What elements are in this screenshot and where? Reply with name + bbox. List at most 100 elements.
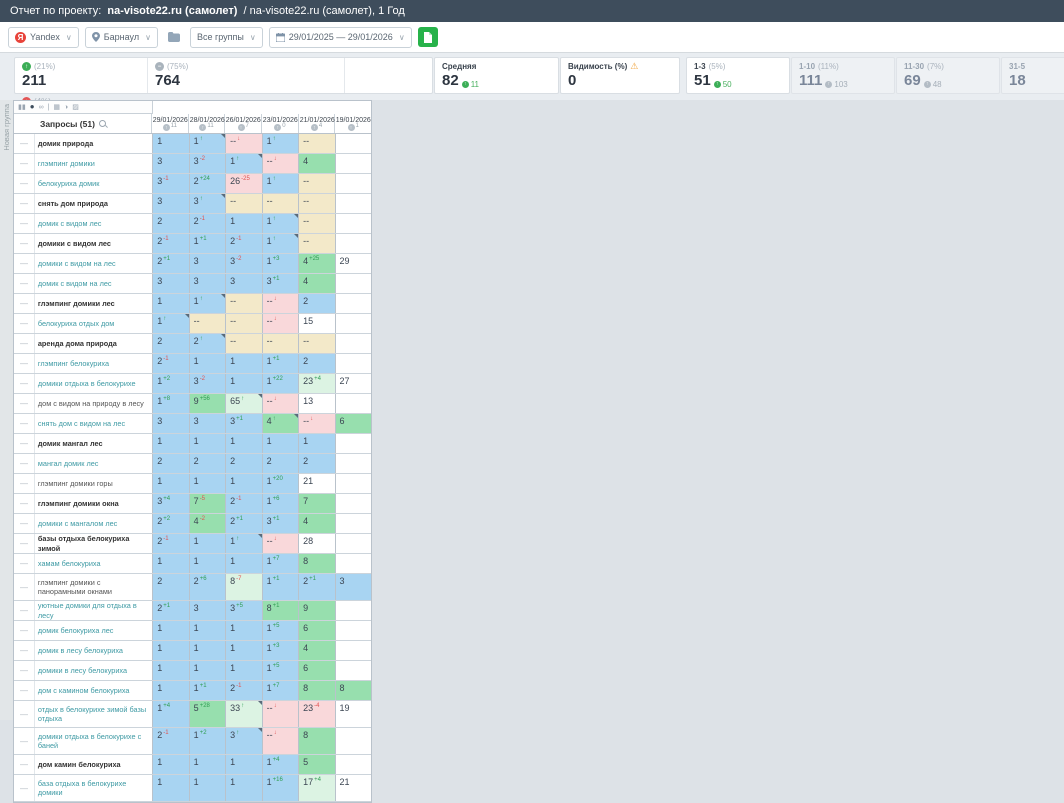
position-cell[interactable]: 1 bbox=[225, 641, 262, 660]
position-cell[interactable] bbox=[334, 194, 372, 213]
query-link[interactable]: хамам белокуриха bbox=[33, 554, 152, 573]
position-cell[interactable] bbox=[334, 494, 372, 513]
position-cell[interactable]: 1+5 bbox=[261, 621, 299, 640]
position-cell[interactable]: -- bbox=[225, 294, 262, 313]
row-handle[interactable]: — bbox=[14, 755, 34, 774]
row-handle[interactable]: — bbox=[14, 574, 34, 600]
position-cell[interactable]: 1↑ bbox=[261, 174, 299, 193]
position-cell[interactable]: 3-2 bbox=[188, 154, 226, 173]
position-cell[interactable]: 2+1 bbox=[225, 514, 262, 533]
query-link[interactable]: базы отдыха белокуриха зимой bbox=[33, 534, 152, 553]
row-handle[interactable]: — bbox=[14, 414, 34, 433]
position-cell[interactable]: 2+2 bbox=[152, 514, 189, 533]
position-cell[interactable]: 2+1 bbox=[152, 254, 189, 273]
position-cell[interactable]: 9+56 bbox=[188, 394, 226, 413]
position-cell[interactable]: 1↑ bbox=[225, 534, 263, 553]
query-link[interactable]: белокуриха отдых дом bbox=[33, 314, 152, 333]
position-cell[interactable]: 1 bbox=[152, 641, 189, 660]
position-cell[interactable]: 1+7 bbox=[261, 681, 299, 700]
position-cell[interactable]: 1+1 bbox=[188, 234, 226, 253]
row-handle[interactable]: — bbox=[14, 621, 34, 640]
position-cell[interactable]: 3 bbox=[225, 274, 262, 293]
query-link[interactable]: глэмпинг домики окна bbox=[33, 494, 152, 513]
position-cell[interactable]: 1↑ bbox=[261, 134, 299, 153]
position-cell[interactable]: 3-1 bbox=[152, 174, 189, 193]
position-cell[interactable] bbox=[334, 534, 372, 553]
position-cell[interactable] bbox=[334, 334, 372, 353]
position-cell[interactable]: 2 bbox=[152, 214, 189, 233]
position-cell[interactable]: 8 bbox=[334, 681, 372, 700]
position-cell[interactable]: 2+6 bbox=[188, 574, 226, 600]
position-cell[interactable]: 2 bbox=[152, 454, 189, 473]
row-handle[interactable]: — bbox=[14, 728, 34, 754]
query-link[interactable]: снять дом с видом на лес bbox=[33, 414, 152, 433]
position-cell[interactable]: 9 bbox=[298, 601, 335, 620]
query-link[interactable]: домик с видом на лес bbox=[33, 274, 152, 293]
position-cell[interactable] bbox=[334, 728, 372, 754]
position-cell[interactable]: 1+2 bbox=[188, 728, 226, 754]
position-cell[interactable]: 23-4 bbox=[298, 701, 335, 727]
project-name[interactable]: na-visote22.ru (самолет) bbox=[107, 5, 237, 17]
position-cell[interactable]: 3 bbox=[152, 194, 189, 213]
position-cell[interactable]: -- bbox=[225, 334, 262, 353]
folder-button[interactable] bbox=[164, 28, 184, 47]
query-link[interactable]: домик природа bbox=[33, 134, 152, 153]
row-handle[interactable]: — bbox=[14, 681, 34, 700]
position-cell[interactable]: 3 bbox=[188, 274, 226, 293]
export-button[interactable] bbox=[417, 27, 438, 47]
date-column-header[interactable]: 23/01/2026 ↑ 0 bbox=[261, 114, 298, 133]
position-cell[interactable] bbox=[334, 314, 372, 333]
position-cell[interactable]: 2 bbox=[261, 454, 299, 473]
queries-header[interactable]: Запросы (51) bbox=[14, 114, 151, 133]
row-handle[interactable]: — bbox=[14, 454, 34, 473]
position-cell[interactable]: 3 bbox=[152, 154, 189, 173]
total-section[interactable]: ↑ (21%) 211 bbox=[15, 58, 148, 93]
query-link[interactable]: домики с видом лес bbox=[33, 234, 152, 253]
position-cell[interactable]: 1+22 bbox=[261, 374, 299, 393]
position-cell[interactable]: 5 bbox=[298, 755, 335, 774]
position-cell[interactable]: -- bbox=[298, 134, 335, 153]
circles-toggle-icon[interactable]: ● bbox=[30, 103, 35, 111]
position-cell[interactable]: --↓ bbox=[261, 154, 299, 173]
position-cell[interactable]: 29 bbox=[334, 254, 372, 273]
position-cell[interactable]: 3 bbox=[188, 601, 226, 620]
position-cell[interactable]: --↓ bbox=[225, 134, 262, 153]
query-link[interactable]: дом с камином белокуриха bbox=[33, 681, 152, 700]
row-handle[interactable]: — bbox=[14, 474, 34, 493]
position-cell[interactable]: 1 bbox=[188, 641, 226, 660]
position-cell[interactable]: 2+1 bbox=[152, 601, 189, 620]
position-cell[interactable]: 1+6 bbox=[261, 494, 299, 513]
row-handle[interactable]: — bbox=[14, 274, 34, 293]
position-cell[interactable]: --↓ bbox=[261, 701, 299, 727]
position-cell[interactable]: 1 bbox=[225, 214, 262, 233]
position-cell[interactable] bbox=[334, 554, 372, 573]
position-cell[interactable]: 1 bbox=[152, 134, 189, 153]
position-cell[interactable]: 5+28 bbox=[188, 701, 226, 727]
position-cell[interactable]: 1+3 bbox=[261, 254, 299, 273]
contrast-icon[interactable]: ◑ bbox=[64, 104, 68, 111]
position-cell[interactable] bbox=[334, 434, 372, 453]
position-cell[interactable]: 3+5 bbox=[225, 601, 262, 620]
position-cell[interactable]: 4 bbox=[298, 641, 335, 660]
position-cell[interactable]: 1 bbox=[188, 621, 226, 640]
position-cell[interactable]: 1+7 bbox=[261, 554, 299, 573]
row-handle[interactable]: — bbox=[14, 534, 34, 553]
row-handle[interactable]: — bbox=[14, 701, 34, 727]
position-cell[interactable]: 27 bbox=[334, 374, 372, 393]
position-cell[interactable]: 1 bbox=[188, 775, 226, 801]
position-cell[interactable]: 8+1 bbox=[261, 601, 299, 620]
position-cell[interactable]: 1 bbox=[152, 474, 189, 493]
group-side-strip[interactable]: Новая группа bbox=[0, 100, 13, 720]
position-cell[interactable]: 17+4 bbox=[298, 775, 335, 801]
query-link[interactable]: аренда дома природа bbox=[33, 334, 152, 353]
position-cell[interactable]: 3+1 bbox=[261, 514, 299, 533]
position-cell[interactable]: 2 bbox=[152, 574, 189, 600]
position-cell[interactable]: 2-1 bbox=[225, 494, 262, 513]
position-cell[interactable]: --↓ bbox=[261, 294, 299, 313]
row-handle[interactable]: — bbox=[14, 775, 34, 801]
position-cell[interactable]: --↓ bbox=[261, 728, 299, 754]
position-cell[interactable]: 1+16 bbox=[261, 775, 299, 801]
position-cell[interactable]: 2-1 bbox=[152, 234, 189, 253]
position-cell[interactable]: 65↑ bbox=[225, 394, 263, 413]
position-cell[interactable]: 1+1 bbox=[261, 574, 299, 600]
